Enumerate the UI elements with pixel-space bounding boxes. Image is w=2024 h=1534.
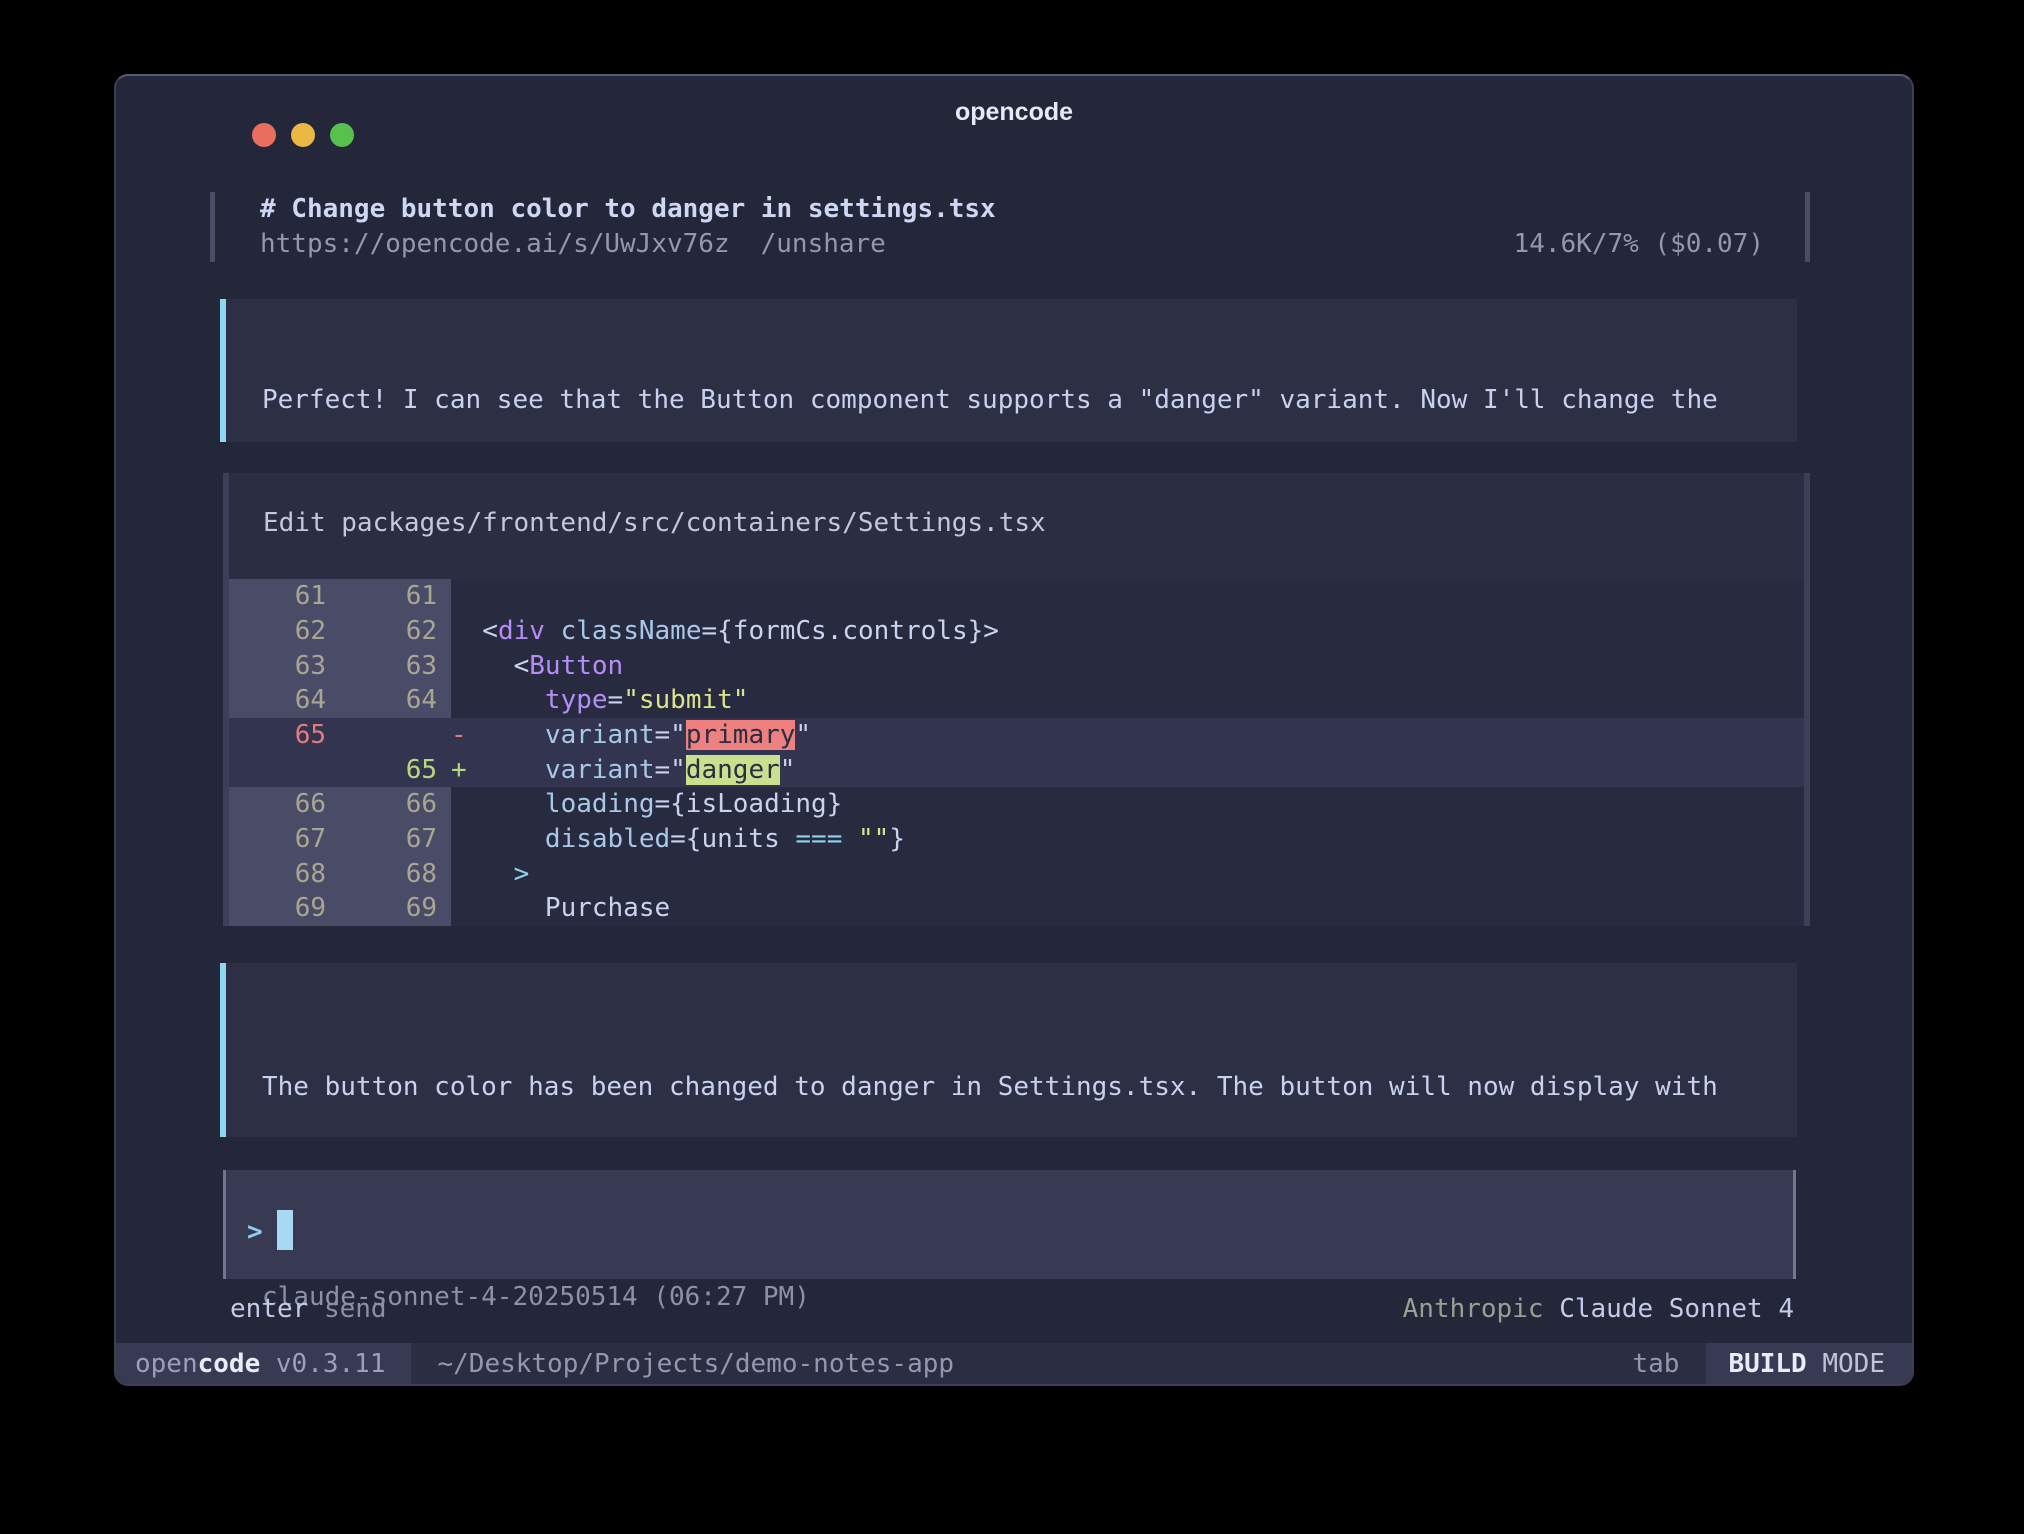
- diff-line-number-old: 69: [229, 891, 340, 926]
- diff-code-line: <Button: [451, 649, 1804, 684]
- diff-row: 6363 <Button: [229, 649, 1804, 684]
- mode-badge: BUILD MODE: [1706, 1343, 1912, 1384]
- message-line: Perfect! I can see that the Button compo…: [262, 383, 1797, 418]
- unshare-command: /unshare: [761, 227, 886, 262]
- provider-label: Anthropic: [1403, 1294, 1544, 1324]
- diff-row: 65 - variant="primary": [229, 718, 1804, 753]
- diff-line-number-old: [229, 753, 340, 788]
- keybind-enter: enter: [230, 1292, 308, 1327]
- diff-row: 6161: [229, 579, 1804, 614]
- diff-line-number-new: 68: [340, 857, 451, 892]
- session-header: # Change button color to danger in setti…: [210, 192, 1810, 262]
- edit-tool-title: Edit packages/frontend/src/containers/Se…: [263, 506, 1046, 541]
- tab-hint: tab: [1632, 1343, 1679, 1384]
- mode-build: BUILD: [1728, 1349, 1806, 1379]
- diff-line-number-old: 66: [229, 787, 340, 822]
- diff-line-number-old: 61: [229, 579, 340, 614]
- diff-row: 6464 type="submit": [229, 683, 1804, 718]
- app-version: v0.3.11: [260, 1349, 385, 1379]
- text-cursor: [277, 1210, 293, 1250]
- assistant-message: Perfect! I can see that the Button compo…: [220, 299, 1797, 442]
- diff-code-line: [451, 579, 1804, 614]
- diff-line-number-old: 68: [229, 857, 340, 892]
- prompt-input[interactable]: >: [223, 1170, 1796, 1279]
- diff-row: 6969 Purchase: [229, 891, 1804, 926]
- diff-table: 61616262 <div className={formCs.controls…: [229, 579, 1804, 926]
- app-name-open: open: [135, 1349, 198, 1379]
- diff-line-number-new: 61: [340, 579, 451, 614]
- hints-row: enter send Anthropic Claude Sonnet 4: [230, 1292, 1794, 1327]
- diff-row: 65+ variant="danger": [229, 753, 1804, 788]
- diff-code-line: type="submit": [451, 683, 1804, 718]
- diff-line-number-new: 64: [340, 683, 451, 718]
- diff-line-number-old: 64: [229, 683, 340, 718]
- diff-line-number-new: 65: [340, 753, 451, 788]
- token-usage: 14.6K/7% ($0.07): [1514, 227, 1764, 262]
- window-title: opencode: [116, 76, 1912, 146]
- mode-label: MODE: [1807, 1349, 1885, 1379]
- status-bar: opencode v0.3.11 ~/Desktop/Projects/demo…: [116, 1343, 1912, 1384]
- diff-code-line: loading={isLoading}: [451, 787, 1804, 822]
- app-window: opencode # Change button color to danger…: [114, 74, 1914, 1386]
- model-label: Claude Sonnet 4: [1544, 1294, 1794, 1324]
- diff-line-number-new: 66: [340, 787, 451, 822]
- session-title: # Change button color to danger in setti…: [260, 192, 1764, 227]
- message-line: The button color has been changed to dan…: [262, 1070, 1797, 1105]
- titlebar: opencode: [116, 76, 1912, 146]
- diff-code-line: + variant="danger": [451, 753, 1804, 788]
- diff-code-line: disabled={units === ""}: [451, 822, 1804, 857]
- diff-line-number-new: 62: [340, 614, 451, 649]
- diff-row: 6868 >: [229, 857, 1804, 892]
- diff-line-number-old: 63: [229, 649, 340, 684]
- edit-tool-card: Edit packages/frontend/src/containers/Se…: [223, 473, 1810, 926]
- share-url: https://opencode.ai/s/UwJxv76z: [260, 227, 730, 262]
- prompt-symbol: >: [247, 1217, 263, 1247]
- diff-line-number-new: 67: [340, 822, 451, 857]
- cwd-path: ~/Desktop/Projects/demo-notes-app: [437, 1343, 954, 1384]
- app-badge: opencode v0.3.11: [116, 1343, 411, 1384]
- diff-code-line: <div className={formCs.controls}>: [451, 614, 1804, 649]
- diff-line-number-new: 63: [340, 649, 451, 684]
- diff-row: 6262 <div className={formCs.controls}>: [229, 614, 1804, 649]
- assistant-message: The button color has been changed to dan…: [220, 963, 1797, 1137]
- diff-code-line: Purchase: [451, 891, 1804, 926]
- diff-line-number-new: 69: [340, 891, 451, 926]
- diff-code-line: - variant="primary": [451, 718, 1804, 753]
- keybind-action-send: send: [308, 1292, 386, 1327]
- diff-row: 6666 loading={isLoading}: [229, 787, 1804, 822]
- diff-line-number-old: 65: [229, 718, 340, 753]
- diff-line-number-old: 62: [229, 614, 340, 649]
- diff-code-line: >: [451, 857, 1804, 892]
- diff-row: 6767 disabled={units === ""}: [229, 822, 1804, 857]
- diff-line-number-old: 67: [229, 822, 340, 857]
- diff-line-number-new: [340, 718, 451, 753]
- app-name-code: code: [198, 1349, 261, 1379]
